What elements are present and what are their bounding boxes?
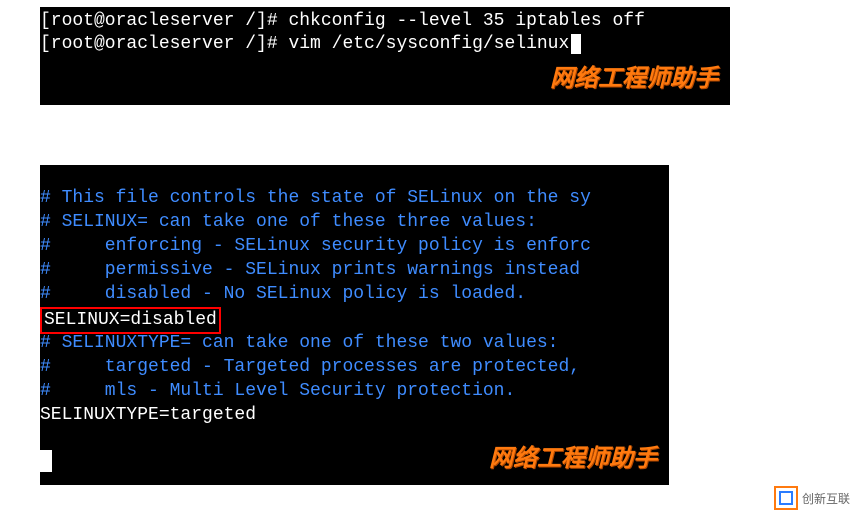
watermark-text: 网络工程师助手 [489, 444, 657, 475]
config-comment: # This file controls the state of SELinu… [40, 187, 669, 211]
terminal-command: [root@oracleserver /]# vim /etc/sysconfi… [40, 34, 569, 54]
watermark-text: 网络工程师助手 [550, 64, 718, 95]
terminal-line: [root@oracleserver /]# chkconfig --level… [40, 10, 730, 33]
config-comment: # SELINUX= can take one of these three v… [40, 211, 669, 235]
highlight-box: SELINUX=disabled [40, 307, 221, 334]
config-setting: SELINUXTYPE=targeted [40, 404, 669, 428]
terminal-line: [root@oracleserver /]# vim /etc/sysconfi… [40, 33, 730, 56]
config-comment: # targeted - Targeted processes are prot… [40, 356, 669, 380]
site-logo-badge: 创新互联 [762, 477, 862, 519]
cursor-icon [571, 34, 581, 54]
config-comment: # mls - Multi Level Security protection. [40, 380, 669, 404]
logo-icon [774, 486, 798, 510]
config-comment: # permissive - SELinux prints warnings i… [40, 259, 669, 283]
cursor-icon [40, 450, 52, 472]
config-comment: # disabled - No SELinux policy is loaded… [40, 283, 669, 307]
config-comment: # enforcing - SELinux security policy is… [40, 235, 669, 259]
logo-text: 创新互联 [802, 490, 850, 507]
terminal-screenshot-2: # This file controls the state of SELinu… [40, 165, 669, 485]
config-setting-highlighted: SELINUX=disabled [40, 307, 669, 332]
config-comment: # SELINUXTYPE= can take one of these two… [40, 332, 669, 356]
document-content: [root@oracleserver /]# chkconfig --level… [0, 4, 862, 485]
spacer [40, 105, 822, 165]
terminal-screenshot-1: [root@oracleserver /]# chkconfig --level… [40, 4, 730, 105]
